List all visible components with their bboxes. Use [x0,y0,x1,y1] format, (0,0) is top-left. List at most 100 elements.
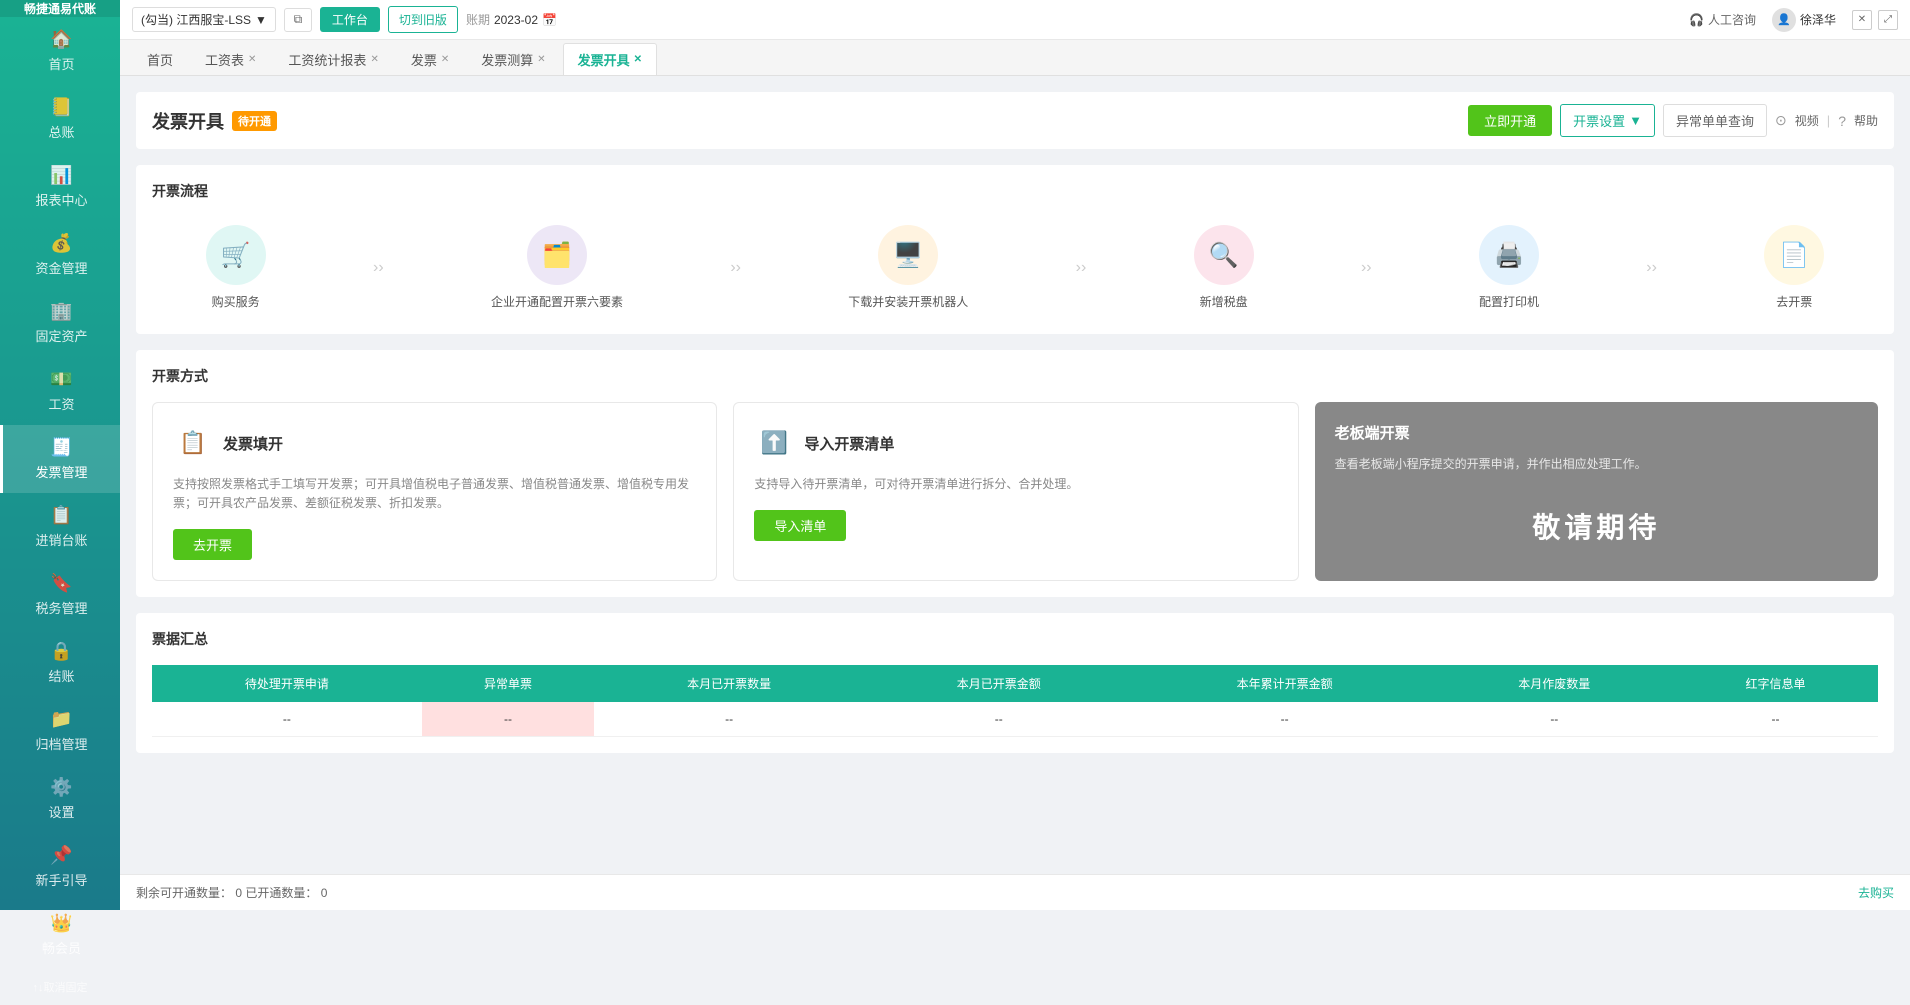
sidebar-item-settings[interactable]: ⚙️ 设置 [0,765,120,833]
sidebar: 畅捷通易代账 🏠 首页 📒 总账 📊 报表中心 💰 资金管理 🏢 固定资产 💵 … [0,0,120,910]
go-buy-link[interactable]: 去购买 [1858,884,1894,901]
opened-value: 0 [321,886,328,900]
sidebar-item-invoice[interactable]: 🧾 发票管理 [0,425,120,493]
opened-label: 已开通数量： [245,886,317,900]
sidebar-item-salary[interactable]: 💵 工资 [0,357,120,425]
settings-icon: ⚙️ [50,777,72,798]
resize-window-button[interactable]: ⤢ [1878,10,1898,30]
sidebar-item-home[interactable]: 🏠 首页 [0,17,120,85]
process-item-taxbox[interactable]: 🔍 新增税盘 [1194,225,1254,310]
sidebar-bottom-pin[interactable]: ↑↓取消固定 [0,969,120,1005]
dropdown-icon: ▼ [255,13,267,27]
method-section: 开票方式 📋 发票填开 支持按照发票格式手工填写开发票；可开具增值税电子普通发票… [136,350,1894,597]
calendar-icon[interactable]: 📅 [542,13,557,27]
manual-fill-icon: 📋 [173,423,213,463]
sidebar-item-ledger[interactable]: 📒 总账 [0,85,120,153]
open-invoice-icon: 📄 [1779,241,1809,270]
add-taxbox-icon: 🔍 [1209,241,1239,270]
summary-header-row: 待处理开票申请 异常单票 本月已开票数量 本月已开票金额 本年累计开票金额 本月… [152,665,1878,702]
workspace-button[interactable]: 工作台 [320,7,380,32]
tab-salary-table[interactable]: 工资表 ✕ [190,43,271,75]
tab-home[interactable]: 首页 [132,43,188,75]
go-open-invoice-button[interactable]: 去开票 [173,529,252,560]
sidebar-item-label: 资金管理 [35,258,87,277]
process-arrow-5: ›› [1646,259,1657,277]
page-title-area: 发票开具 待开通 [152,108,277,134]
close-window-button[interactable]: ✕ [1852,10,1872,30]
process-item-setup[interactable]: 🗂️ 企业开通配置开票六要素 [491,225,623,310]
process-arrow-1: ›› [373,259,384,277]
dropdown-arrow-icon: ▼ [1629,113,1642,128]
cell-red-info: -- [1673,702,1878,737]
tab-bar: 首页 工资表 ✕ 工资统计报表 ✕ 发票 ✕ 发票测算 ✕ 发票开具 ✕ [120,40,1910,76]
page-footer: 剩余可开通数量： 0 已开通数量： 0 去购买 [120,874,1910,910]
process-flow: 🛒 购买服务 ›› 🗂️ 企业开通配置开票六要素 ›› 🖥️ [152,217,1878,318]
member-icon: 👑 [50,913,72,934]
remaining-value: 0 [235,886,242,900]
summary-section: 票据汇总 待处理开票申请 异常单票 本月已开票数量 本月已开票金额 本年累计开票… [136,613,1894,753]
purchase-icon: 📋 [50,505,72,526]
import-list-button[interactable]: 导入清单 [754,510,846,541]
process-label-setup: 企业开通配置开票六要素 [491,293,623,310]
sidebar-item-guide[interactable]: 📌 新手引导 [0,833,120,901]
switch-old-button[interactable]: 切到旧版 [388,6,458,33]
sidebar-item-assets[interactable]: 🏢 固定资产 [0,289,120,357]
method-card-manual: 📋 发票填开 支持按照发票格式手工填写开发票；可开具增值税电子普通发票、增值税普… [152,402,717,581]
process-item-printer[interactable]: 🖨️ 配置打印机 [1479,225,1539,310]
tab-close-icon[interactable]: ✕ [370,54,378,65]
tab-close-icon[interactable]: ✕ [537,54,545,65]
method-card-import-desc: 支持导入待开票清单，可对待开票清单进行拆分、合并处理。 [754,475,1277,494]
method-card-old-desc: 查看老板端小程序提交的开票申请，并作出相应处理工作。 [1335,455,1858,474]
sidebar-item-funds[interactable]: 💰 资金管理 [0,221,120,289]
tab-invoice-tool[interactable]: 发票开具 ✕ [563,43,657,75]
tab-close-icon[interactable]: ✕ [441,54,449,65]
tab-label: 发票测算 [481,50,533,69]
tab-invoice[interactable]: 发票 ✕ [396,43,464,75]
page-header: 发票开具 待开通 立即开通 开票设置 ▼ 异常单单查询 ⊙ 视频 | ? 帮助 [136,92,1894,149]
period-value[interactable]: 2023-02 [494,13,538,27]
sidebar-item-label: 固定资产 [35,326,87,345]
cell-month-amount: -- [864,702,1134,737]
remaining-label: 剩余可开通数量： [136,886,232,900]
process-item-buy[interactable]: 🛒 购买服务 [206,225,266,310]
view-label: 视频 [1795,112,1819,129]
sidebar-item-archive[interactable]: 📁 归档管理 [0,697,120,765]
main-area: (勾当) 江西服宝-LSS ▼ ⧉ 工作台 切到旧版 账期 2023-02 📅 … [120,0,1910,910]
separator: | [1827,113,1830,128]
immediate-open-button[interactable]: 立即开通 [1468,105,1552,136]
sidebar-item-label: 畅会员 [42,938,81,957]
settings-btn-label: 开票设置 [1573,111,1625,130]
header-right: 🎧 人工咨询 👤 徐泽华 ✕ ⤢ [1689,8,1898,32]
page-header-actions: 立即开通 开票设置 ▼ 异常单单查询 ⊙ 视频 | ? 帮助 [1468,104,1878,137]
method-card-old: 老板端开票 查看老板端小程序提交的开票申请，并作出相应处理工作。 敬请期待 [1315,402,1878,581]
headphone-icon: 🎧 [1689,13,1704,27]
summary-col-month-amount: 本月已开票金额 [864,665,1134,702]
sidebar-item-tax[interactable]: 🔖 税务管理 [0,561,120,629]
tab-close-icon[interactable]: ✕ [248,54,256,65]
sidebar-item-purchase[interactable]: 📋 进销台账 [0,493,120,561]
sidebar-item-label: 归档管理 [35,734,87,753]
sidebar-item-closing[interactable]: 🔒 结账 [0,629,120,697]
process-item-open-invoice[interactable]: 📄 去开票 [1764,225,1824,310]
tab-salary-report[interactable]: 工资统计报表 ✕ [273,43,393,75]
sidebar-item-member[interactable]: 👑 畅会员 [0,901,120,969]
service-button[interactable]: 🎧 人工咨询 [1689,11,1756,28]
copy-button[interactable]: ⧉ [284,8,312,32]
abnormal-query-button[interactable]: 异常单单查询 [1663,104,1767,137]
tab-label: 发票 [411,50,437,69]
tab-invoice-calc[interactable]: 发票测算 ✕ [466,43,560,75]
company-selector[interactable]: (勾当) 江西服宝-LSS ▼ [132,7,276,32]
sidebar-item-reports[interactable]: 📊 报表中心 [0,153,120,221]
process-item-download[interactable]: 🖥️ 下载并安装开票机器人 [848,225,968,310]
user-area[interactable]: 👤 徐泽华 [1772,8,1836,32]
sidebar-logo: 畅捷通易代账 [0,0,120,17]
sidebar-item-label: 首页 [48,54,74,73]
summary-col-month-count: 本月已开票数量 [594,665,864,702]
process-arrow-4: ›› [1361,259,1372,277]
sidebar-item-label: 总账 [48,122,74,141]
tab-close-icon[interactable]: ✕ [634,54,642,65]
ledger-icon: 📒 [50,97,72,118]
process-arrow-2: ›› [730,259,741,277]
method-card-old-header: 老板端开票 [1335,422,1858,443]
open-settings-button[interactable]: 开票设置 ▼ [1560,104,1655,137]
